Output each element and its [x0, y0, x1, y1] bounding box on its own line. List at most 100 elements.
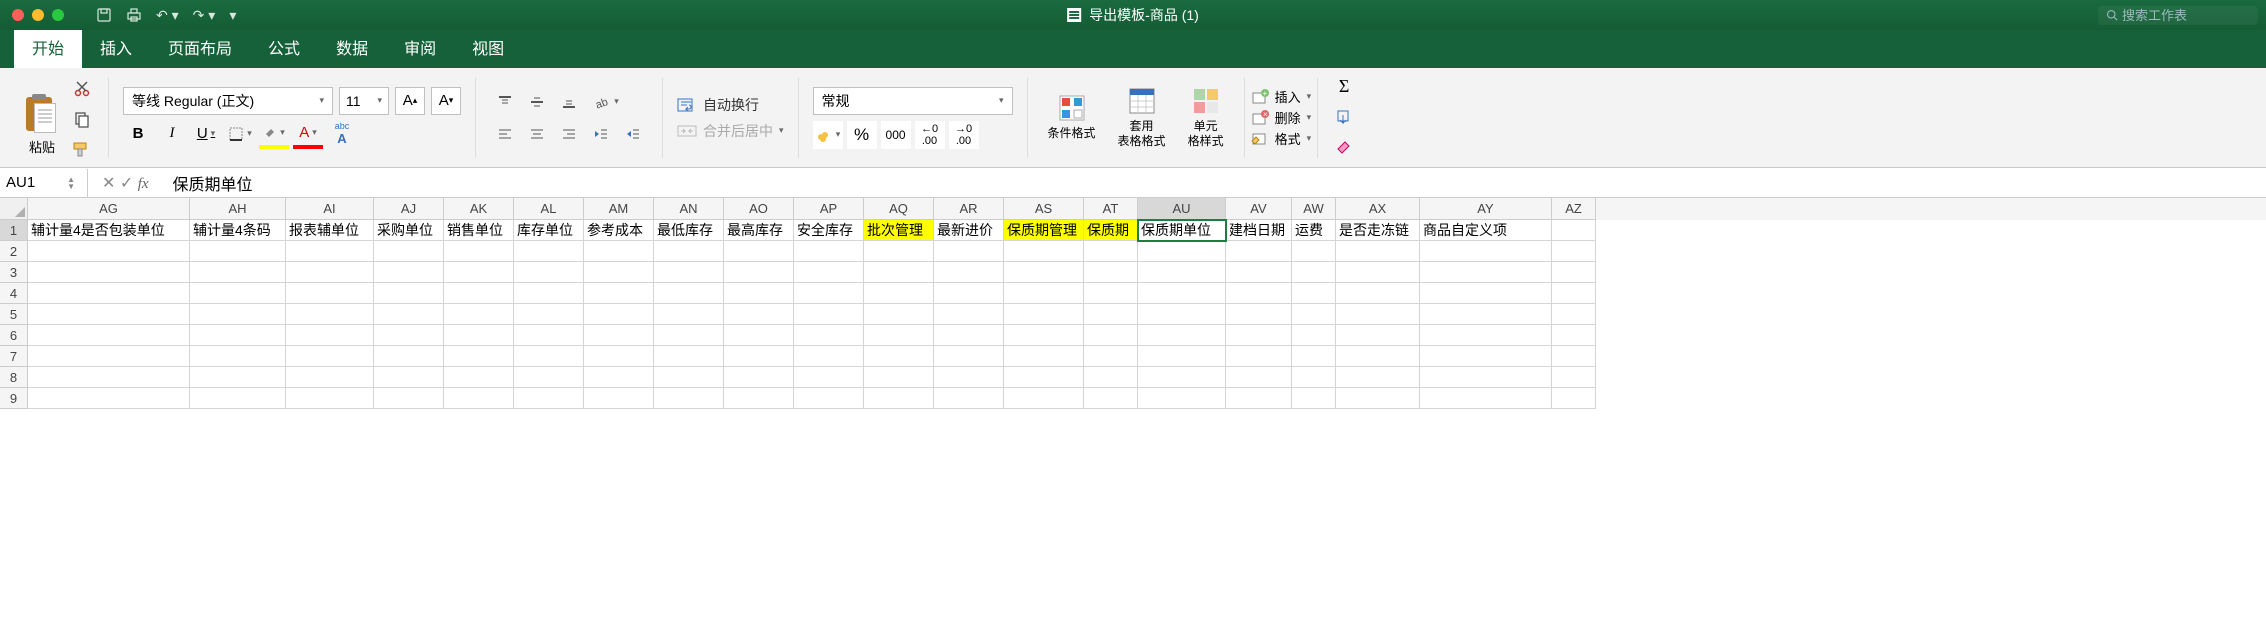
cell[interactable] — [1336, 388, 1420, 409]
cell[interactable] — [28, 283, 190, 304]
cell[interactable] — [724, 262, 794, 283]
cell[interactable] — [444, 241, 514, 262]
cell[interactable]: 参考成本 — [584, 220, 654, 241]
cell[interactable] — [286, 241, 374, 262]
tab-data[interactable]: 数据 — [318, 26, 386, 68]
cell[interactable] — [1138, 388, 1226, 409]
cell[interactable] — [864, 367, 934, 388]
cell[interactable] — [374, 304, 444, 325]
cell[interactable] — [584, 283, 654, 304]
cell[interactable] — [514, 304, 584, 325]
tab-view[interactable]: 视图 — [454, 26, 522, 68]
column-header[interactable]: AL — [514, 198, 584, 220]
cell[interactable] — [864, 241, 934, 262]
cell[interactable] — [1552, 325, 1596, 346]
column-header[interactable]: AH — [190, 198, 286, 220]
column-header[interactable]: AK — [444, 198, 514, 220]
cell[interactable] — [444, 367, 514, 388]
decrease-decimal-button[interactable]: →0.00 — [949, 121, 979, 149]
cell[interactable] — [1336, 283, 1420, 304]
cell[interactable] — [28, 304, 190, 325]
cell[interactable] — [1084, 367, 1138, 388]
bold-button[interactable]: B — [123, 121, 153, 149]
minimize-icon[interactable] — [32, 9, 44, 21]
cell[interactable] — [286, 388, 374, 409]
cell[interactable] — [1138, 241, 1226, 262]
cell[interactable] — [190, 367, 286, 388]
cell[interactable] — [1138, 283, 1226, 304]
cell[interactable] — [286, 262, 374, 283]
column-header[interactable]: AS — [1004, 198, 1084, 220]
cell[interactable] — [1420, 262, 1552, 283]
align-top-button[interactable] — [490, 89, 520, 115]
search-input[interactable] — [2122, 8, 2242, 23]
name-box[interactable]: AU1 ▲▼ — [0, 169, 88, 197]
cell[interactable]: 最新进价 — [934, 220, 1004, 241]
cell[interactable] — [28, 388, 190, 409]
cell[interactable] — [864, 388, 934, 409]
cell[interactable] — [934, 262, 1004, 283]
cell[interactable] — [374, 241, 444, 262]
cell[interactable] — [1226, 388, 1292, 409]
decrease-indent-button[interactable] — [586, 121, 616, 147]
cell[interactable] — [1552, 346, 1596, 367]
cell[interactable] — [654, 304, 724, 325]
maximize-icon[interactable] — [52, 9, 64, 21]
row-header[interactable]: 5 — [0, 304, 28, 325]
cell[interactable] — [1138, 325, 1226, 346]
row-header[interactable]: 7 — [0, 346, 28, 367]
cell[interactable] — [1004, 262, 1084, 283]
cell[interactable] — [1552, 241, 1596, 262]
cell[interactable] — [654, 367, 724, 388]
cell[interactable] — [1226, 325, 1292, 346]
column-header[interactable]: AO — [724, 198, 794, 220]
cell[interactable] — [654, 283, 724, 304]
redo-icon[interactable]: ↷ ▾ — [193, 7, 216, 24]
font-color-button[interactable]: A — [293, 121, 323, 149]
cell[interactable] — [1138, 304, 1226, 325]
cell[interactable] — [1552, 367, 1596, 388]
cell[interactable] — [864, 283, 934, 304]
close-icon[interactable] — [12, 9, 24, 21]
print-icon[interactable] — [126, 7, 142, 24]
clear-button[interactable] — [1332, 136, 1356, 158]
border-button[interactable] — [225, 121, 255, 149]
cell[interactable] — [286, 304, 374, 325]
cell[interactable] — [1138, 367, 1226, 388]
cell[interactable] — [584, 304, 654, 325]
column-header[interactable]: AY — [1420, 198, 1552, 220]
cancel-formula-icon[interactable]: ✕ ✓ fx — [102, 173, 149, 193]
cell[interactable] — [1138, 346, 1226, 367]
cell[interactable]: 保质期 — [1084, 220, 1138, 241]
cell[interactable] — [1292, 367, 1336, 388]
cell[interactable] — [934, 367, 1004, 388]
increase-font-button[interactable]: A▴ — [395, 87, 425, 115]
cell[interactable] — [374, 346, 444, 367]
cell[interactable] — [514, 241, 584, 262]
cell[interactable] — [286, 367, 374, 388]
cell[interactable] — [864, 304, 934, 325]
cell[interactable] — [1336, 346, 1420, 367]
column-header[interactable]: AI — [286, 198, 374, 220]
cell[interactable] — [1084, 262, 1138, 283]
cell[interactable] — [514, 262, 584, 283]
cell[interactable] — [1336, 262, 1420, 283]
cell[interactable] — [1084, 304, 1138, 325]
undo-icon[interactable]: ↶ ▾ — [156, 7, 179, 24]
cell[interactable] — [584, 241, 654, 262]
cell[interactable] — [724, 325, 794, 346]
cell[interactable] — [1292, 346, 1336, 367]
row-header[interactable]: 2 — [0, 241, 28, 262]
row-header[interactable]: 3 — [0, 262, 28, 283]
cell[interactable] — [444, 388, 514, 409]
cell[interactable] — [794, 283, 864, 304]
cell[interactable]: 安全库存 — [794, 220, 864, 241]
cell[interactable] — [444, 325, 514, 346]
cell[interactable] — [28, 325, 190, 346]
cell[interactable] — [1292, 304, 1336, 325]
cell[interactable]: 运费 — [1292, 220, 1336, 241]
cell[interactable] — [1084, 241, 1138, 262]
cell[interactable] — [514, 346, 584, 367]
cell[interactable] — [654, 241, 724, 262]
column-header[interactable]: AN — [654, 198, 724, 220]
